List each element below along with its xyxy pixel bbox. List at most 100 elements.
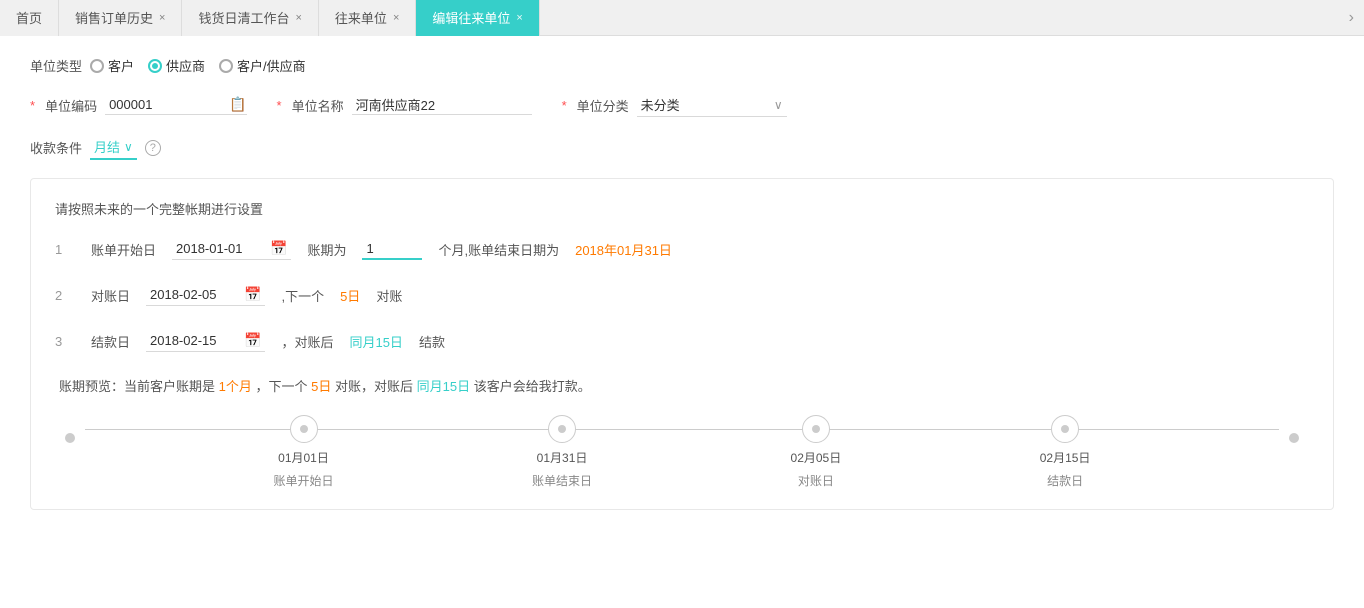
date-input-1: 📅	[172, 238, 291, 260]
timeline-date-1: 01月01日	[278, 449, 329, 466]
timeline-dot-outer-1	[290, 415, 318, 443]
unit-category-group: * 单位分类 未分类 ∨	[562, 93, 787, 117]
unit-type-row: 单位类型 客户 供应商 客户/供应商	[30, 56, 1334, 75]
period-num-1: 1	[55, 242, 75, 257]
unit-category-label: 单位分类	[577, 96, 629, 115]
timeline-right-end-dot	[1289, 433, 1299, 443]
period-suffix-after-2: 对账	[376, 286, 402, 305]
payment-terms-help-icon[interactable]: ?	[145, 140, 161, 156]
tab-sales-history-label: 销售订单历史	[75, 8, 153, 27]
preview-part3: 同月15日	[417, 379, 470, 394]
radio-both[interactable]: 客户/供应商	[219, 56, 306, 75]
timeline-date-3: 02月05日	[791, 449, 842, 466]
calendar-icon-1[interactable]: 📅	[270, 240, 287, 257]
unit-category-select[interactable]: 未分类 ∨	[637, 93, 787, 117]
period-highlight-3: 同月15日	[349, 332, 402, 351]
tab-partner-label: 往来单位	[335, 8, 387, 27]
date-field-3[interactable]	[150, 333, 240, 348]
main-content: 单位类型 客户 供应商 客户/供应商 * 单位编码	[0, 36, 1364, 608]
radio-group-unit-type: 客户 供应商 客户/供应商	[90, 56, 306, 75]
period-num-3: 3	[55, 334, 75, 349]
date-input-3: 📅	[146, 330, 265, 352]
tab-edit-partner[interactable]: 编辑往来单位 ×	[416, 0, 539, 36]
calendar-icon-3[interactable]: 📅	[244, 332, 261, 349]
radio-supplier-label: 供应商	[166, 56, 205, 75]
timeline-dot-inner-4	[1061, 425, 1069, 433]
unit-category-required-star: *	[562, 98, 567, 113]
tab-edit-partner-label: 编辑往来单位	[432, 8, 510, 27]
date-field-1[interactable]	[176, 241, 266, 256]
timeline-date-2: 01月31日	[537, 449, 588, 466]
radio-supplier[interactable]: 供应商	[148, 56, 205, 75]
period-suffix-after-1: 个月,账单结束日期为	[438, 240, 559, 259]
tab-cash-work[interactable]: 钱货日清工作台 ×	[182, 0, 318, 36]
radio-customer-circle	[90, 59, 104, 73]
preview-part2: 5日	[311, 379, 331, 394]
period-suffix-before-1: 账期为	[307, 240, 346, 259]
tab-edit-partner-close[interactable]: ×	[516, 12, 522, 24]
period-label-3: 结款日	[91, 332, 130, 351]
unit-code-label: 单位编码	[45, 96, 97, 115]
unit-name-label: 单位名称	[292, 96, 344, 115]
payment-terms-select[interactable]: 月结 ∨	[90, 135, 137, 160]
timeline-point-4: 02月15日 结款日	[1040, 415, 1091, 489]
timeline-label-4: 结款日	[1047, 472, 1083, 489]
unit-code-input[interactable]	[105, 95, 225, 114]
period-suffix-before-2: ,下一个	[281, 286, 324, 305]
radio-customer[interactable]: 客户	[90, 56, 134, 75]
unit-name-input[interactable]	[352, 95, 532, 115]
unit-code-group: * 单位编码 📋	[30, 95, 247, 115]
unit-details-row: * 单位编码 📋 * 单位名称 * 单位分类 未分类 ∨	[30, 93, 1334, 117]
payment-terms-group: 收款条件 月结 ∨ ?	[30, 135, 161, 160]
tab-sales-history[interactable]: 销售订单历史 ×	[59, 0, 182, 36]
tab-expand-icon[interactable]: ›	[1339, 9, 1364, 27]
unit-name-required-star: *	[277, 98, 282, 113]
calendar-icon-2[interactable]: 📅	[244, 286, 261, 303]
period-highlight-2: 5日	[340, 286, 360, 305]
period-end-date-1: 2018年01月31日	[575, 240, 672, 259]
period-section: 请按照未来的一个完整帐期进行设置 1 账单开始日 📅 账期为 个月,账单结束日期…	[30, 178, 1334, 510]
section-title: 请按照未来的一个完整帐期进行设置	[55, 199, 1309, 218]
timeline-label-1: 账单开始日	[274, 472, 334, 489]
timeline-dot-outer-4	[1051, 415, 1079, 443]
unit-code-input-wrapper: 📋	[105, 95, 246, 115]
tab-sales-history-close[interactable]: ×	[159, 12, 165, 24]
timeline-label-2: 账单结束日	[532, 472, 592, 489]
tab-home[interactable]: 首页	[0, 0, 59, 36]
unit-name-group: * 单位名称	[277, 95, 532, 115]
payment-terms-row: 收款条件 月结 ∨ ?	[30, 135, 1334, 160]
timeline-left-end-dot	[65, 433, 75, 443]
timeline-point-3: 02月05日 对账日	[791, 415, 842, 489]
radio-both-label: 客户/供应商	[237, 56, 306, 75]
tab-partner-close[interactable]: ×	[393, 12, 399, 24]
timeline-dot-inner-1	[300, 425, 308, 433]
preview-part1: 1个月	[219, 379, 252, 394]
timeline-points: 01月01日 账单开始日 01月31日 账单结束日 02月05日	[75, 415, 1289, 489]
timeline-date-4: 02月15日	[1040, 449, 1091, 466]
tab-partner[interactable]: 往来单位 ×	[319, 0, 416, 36]
tab-cash-work-close[interactable]: ×	[295, 12, 301, 24]
preview-text: 账期预览：当前客户账期是 1个月 ，下一个 5日 对账，对账后 同月15日 该客…	[55, 376, 1309, 395]
payment-terms-value: 月结	[94, 137, 120, 156]
unit-code-required-star: *	[30, 98, 35, 113]
period-row-2: 2 对账日 📅 ,下一个 5日 对账	[55, 284, 1309, 306]
timeline-point-2: 01月31日 账单结束日	[532, 415, 592, 489]
unit-type-group: 单位类型 客户 供应商 客户/供应商	[30, 56, 306, 75]
payment-terms-arrow-icon: ∨	[124, 140, 133, 154]
timeline-end-dot	[1289, 424, 1299, 489]
payment-terms-label: 收款条件	[30, 138, 82, 157]
timeline-wrapper: 01月01日 账单开始日 01月31日 账单结束日 02月05日	[55, 415, 1309, 489]
timeline-dot-inner-3	[812, 425, 820, 433]
tab-cash-work-label: 钱货日清工作台	[198, 8, 289, 27]
unit-category-value: 未分类	[641, 95, 770, 114]
radio-both-circle	[219, 59, 233, 73]
timeline-start-dot	[65, 424, 75, 489]
preview-prefix: 账期预览：当前客户账期是	[59, 379, 215, 394]
unit-category-arrow-icon: ∨	[774, 98, 783, 112]
period-suffix-before-3: ，对账后	[281, 332, 333, 351]
period-label-1: 账单开始日	[91, 240, 156, 259]
unit-code-icon[interactable]: 📋	[229, 96, 246, 113]
period-months-input[interactable]	[362, 239, 422, 260]
date-field-2[interactable]	[150, 287, 240, 302]
timeline-dot-outer-3	[802, 415, 830, 443]
